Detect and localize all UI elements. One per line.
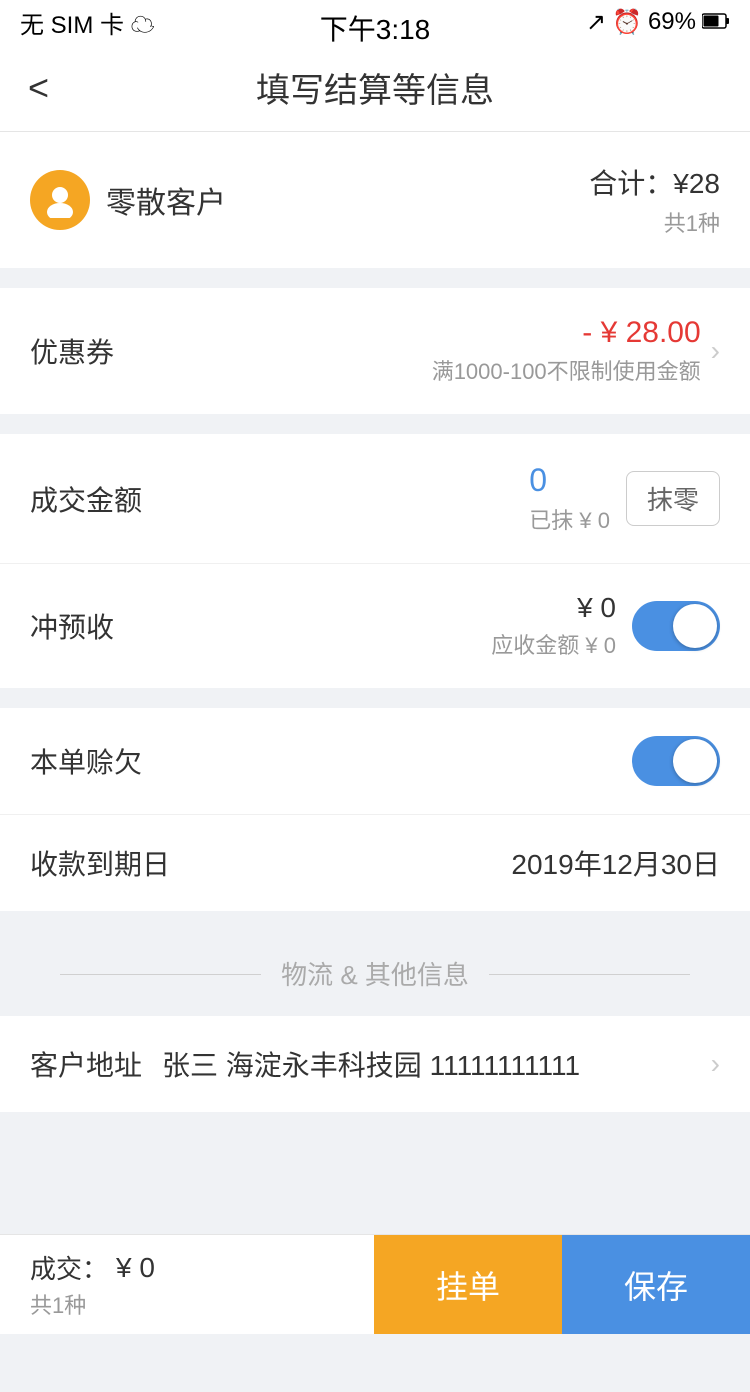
address-value: 张三 海淀永丰科技园 11111111111 bbox=[162, 1044, 691, 1084]
credit-label: 本单赊欠 bbox=[30, 741, 142, 781]
credit-section: 本单赊欠 收款到期日 2019年12月30日 bbox=[0, 708, 750, 911]
coupon-value-block: - ¥ 28.00 满1000-100不限制使用金额 bbox=[432, 316, 701, 386]
footer-count: 共1种 bbox=[30, 1288, 374, 1320]
hang-button[interactable]: 挂单 bbox=[374, 1235, 562, 1334]
nav-bar: < 填写结算等信息 bbox=[0, 44, 750, 132]
footer-summary: 成交： ¥ 0 共1种 bbox=[0, 1235, 374, 1334]
prepayment-subtext: 应收金额 ¥ 0 bbox=[491, 628, 616, 660]
customer-section: 零散客户 合计：¥28 共1种 bbox=[0, 132, 750, 268]
round-zero-button[interactable]: 抹零 bbox=[626, 471, 720, 526]
coupon-subtext: 满1000-100不限制使用金额 bbox=[432, 354, 701, 386]
bottom-footer: 成交： ¥ 0 共1种 挂单 保存 bbox=[0, 1234, 750, 1334]
address-chevron-icon: › bbox=[711, 1048, 720, 1080]
footer-amount: ¥ 0 bbox=[116, 1252, 155, 1284]
customer-avatar bbox=[30, 170, 90, 230]
status-left: 无 SIM 卡 ☁ bbox=[20, 5, 155, 40]
coupon-right: - ¥ 28.00 满1000-100不限制使用金额 › bbox=[432, 316, 720, 386]
deal-amount-subtext: 已抹 ¥ 0 bbox=[529, 503, 610, 535]
alarm-icon: ⏰ bbox=[612, 8, 642, 37]
deal-amount-section: 成交金额 0 已抹 ¥ 0 抹零 冲预收 ¥ 0 应收金额 ¥ 0 bbox=[0, 434, 750, 688]
prepayment-label: 冲预收 bbox=[30, 606, 114, 646]
address-label: 客户地址 bbox=[30, 1044, 142, 1084]
customer-left: 零散客户 bbox=[30, 170, 226, 230]
footer-deal-label: 成交： bbox=[30, 1249, 108, 1286]
deal-amount-row: 成交金额 0 已抹 ¥ 0 抹零 bbox=[0, 434, 750, 564]
deal-amount-value-block: 0 已抹 ¥ 0 bbox=[529, 462, 610, 535]
customer-summary: 合计：¥28 共1种 bbox=[589, 162, 720, 238]
address-section[interactable]: 客户地址 张三 海淀永丰科技园 11111111111 › bbox=[0, 1016, 750, 1112]
due-date-value: 2019年12月30日 bbox=[511, 843, 720, 883]
deal-amount-right: 0 已抹 ¥ 0 抹零 bbox=[529, 462, 720, 535]
battery-label: 69% bbox=[648, 8, 696, 36]
logistics-header-text: 物流 & 其他信息 bbox=[261, 955, 489, 992]
coupon-value: - ¥ 28.00 bbox=[432, 316, 701, 350]
credit-toggle[interactable] bbox=[632, 736, 720, 786]
coupon-section[interactable]: 优惠券 - ¥ 28.00 满1000-100不限制使用金额 › bbox=[0, 288, 750, 414]
sim-label: 无 SIM 卡 ☁ bbox=[20, 5, 155, 40]
coupon-chevron-icon: › bbox=[711, 335, 720, 367]
prepayment-right: ¥ 0 应收金额 ¥ 0 bbox=[491, 592, 720, 660]
logistics-header: 物流 & 其他信息 bbox=[0, 931, 750, 1016]
due-date-label: 收款到期日 bbox=[30, 843, 170, 883]
back-button[interactable]: < bbox=[28, 67, 49, 109]
prepayment-value-block: ¥ 0 应收金额 ¥ 0 bbox=[491, 592, 616, 660]
status-right: ↗ ⏰ 69% bbox=[586, 8, 730, 37]
prepayment-toggle[interactable] bbox=[632, 601, 720, 651]
page-title: 填写结算等信息 bbox=[256, 63, 494, 112]
prepayment-value: ¥ 0 bbox=[491, 592, 616, 624]
battery-icon bbox=[702, 8, 730, 36]
location-icon: ↗ bbox=[586, 8, 606, 37]
deal-amount-label: 成交金额 bbox=[30, 479, 142, 519]
credit-row: 本单赊欠 bbox=[0, 708, 750, 815]
customer-total: 合计：¥28 bbox=[589, 162, 720, 202]
save-button[interactable]: 保存 bbox=[562, 1235, 750, 1334]
address-row[interactable]: 客户地址 张三 海淀永丰科技园 11111111111 › bbox=[0, 1016, 750, 1112]
due-date-right: 2019年12月30日 bbox=[511, 843, 720, 883]
customer-count: 共1种 bbox=[589, 206, 720, 238]
coupon-label: 优惠券 bbox=[30, 331, 114, 371]
deal-amount-value: 0 bbox=[529, 462, 610, 499]
footer-deal-row: 成交： ¥ 0 bbox=[30, 1249, 374, 1286]
due-date-row: 收款到期日 2019年12月30日 bbox=[0, 815, 750, 911]
prepayment-row: 冲预收 ¥ 0 应收金额 ¥ 0 bbox=[0, 564, 750, 688]
status-bar: 无 SIM 卡 ☁ 下午3:18 ↗ ⏰ 69% bbox=[0, 0, 750, 44]
credit-right bbox=[632, 736, 720, 786]
status-time: 下午3:18 bbox=[320, 8, 431, 48]
customer-name: 零散客户 bbox=[106, 178, 226, 222]
